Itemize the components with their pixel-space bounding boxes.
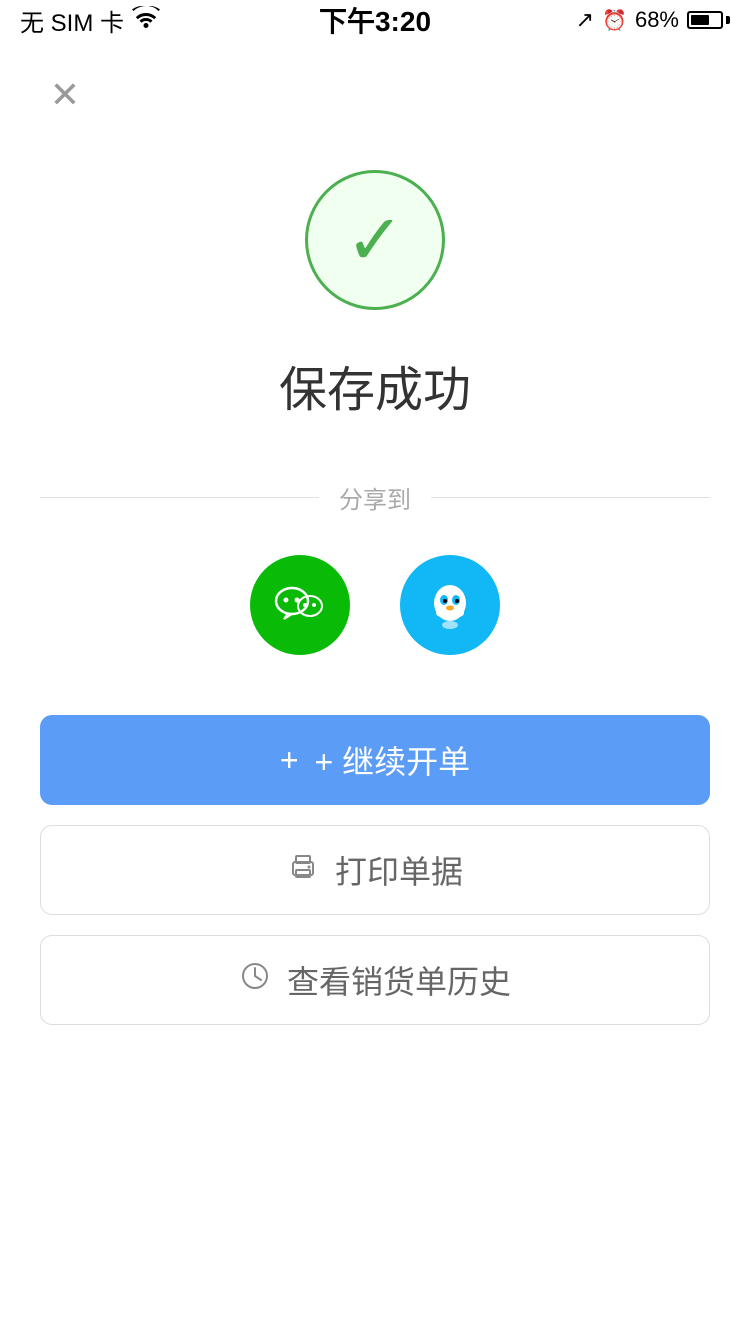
continue-button[interactable]: + + 继续开单 [40,715,710,805]
history-label: 查看销货单历史 [287,957,511,1003]
battery-icon [687,11,730,29]
status-left: 无 SIM 卡 [20,3,160,38]
clock-icon [239,960,271,1000]
continue-label: + 继续开单 [315,737,471,783]
share-section: 分享到 [40,480,710,655]
qq-icon [420,575,480,635]
wechat-share-button[interactable] [250,555,350,655]
success-title: 保存成功 [279,350,471,420]
alarm-icon: ⏰ [602,8,627,33]
checkmark-icon: ✓ [346,205,405,275]
status-bar: 无 SIM 卡 下午3:20 ↗ ⏰ 68% [0,0,750,40]
wechat-icon [270,575,330,635]
success-icon-circle: ✓ [305,170,445,310]
action-buttons: + + 继续开单 打印单据 [40,715,710,1025]
print-button[interactable]: 打印单据 [40,825,710,915]
close-icon: ✕ [50,77,80,113]
share-line-left [40,497,319,498]
history-button[interactable]: 查看销货单历史 [40,935,710,1025]
location-icon: ↗ [576,7,594,33]
printer-icon [287,850,319,890]
status-right: ↗ ⏰ 68% [576,7,730,33]
share-divider-row: 分享到 [40,480,710,515]
main-content: ✕ ✓ 保存成功 分享到 [0,40,750,1334]
status-time: 下午3:20 [319,0,431,40]
print-label: 打印单据 [335,847,463,893]
share-label: 分享到 [339,480,411,515]
share-line-right [431,497,710,498]
battery-percent: 68% [635,7,679,33]
sim-label: 无 SIM 卡 [20,3,124,38]
wifi-icon [132,6,160,35]
share-icons-row [250,555,500,655]
qq-share-button[interactable] [400,555,500,655]
plus-icon: + [280,742,299,779]
close-button[interactable]: ✕ [40,70,90,120]
